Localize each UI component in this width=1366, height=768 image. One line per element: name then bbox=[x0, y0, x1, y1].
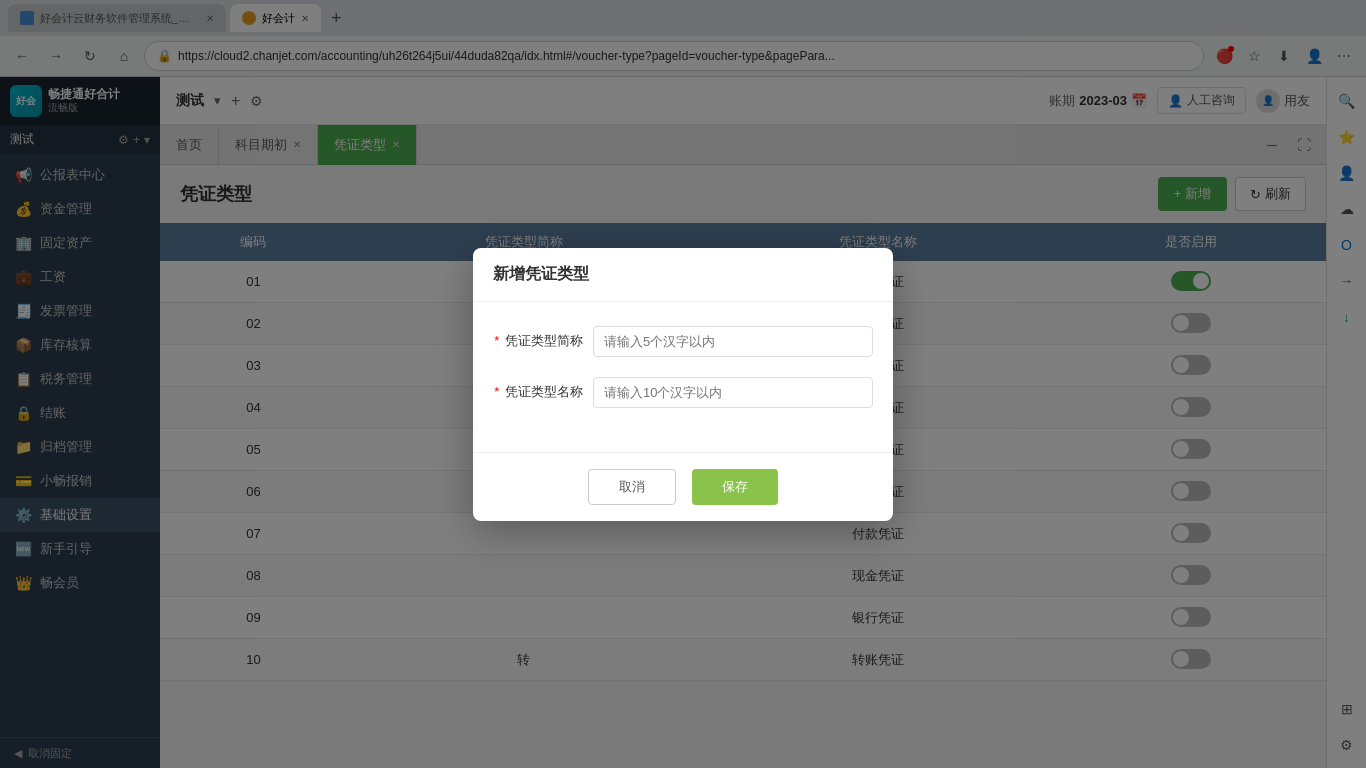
short-name-input[interactable] bbox=[593, 326, 873, 357]
full-name-label-text: 凭证类型名称 bbox=[505, 384, 583, 399]
dialog-footer: 取消 保存 bbox=[473, 452, 893, 521]
short-name-required: * bbox=[494, 333, 499, 348]
dialog-header: 新增凭证类型 bbox=[473, 248, 893, 302]
full-name-required: * bbox=[494, 384, 499, 399]
dialog-body: * 凭证类型简称 * 凭证类型名称 bbox=[473, 302, 893, 452]
dialog-overlay: 新增凭证类型 * 凭证类型简称 * 凭证类型名称 取消 保存 bbox=[0, 0, 1366, 768]
add-voucher-type-dialog: 新增凭证类型 * 凭证类型简称 * 凭证类型名称 取消 保存 bbox=[473, 248, 893, 521]
short-name-label-text: 凭证类型简称 bbox=[505, 333, 583, 348]
save-button[interactable]: 保存 bbox=[692, 469, 778, 505]
short-name-label: * 凭证类型简称 bbox=[493, 332, 593, 350]
full-name-row: * 凭证类型名称 bbox=[493, 377, 873, 408]
cancel-button[interactable]: 取消 bbox=[588, 469, 676, 505]
full-name-input[interactable] bbox=[593, 377, 873, 408]
dialog-title: 新增凭证类型 bbox=[493, 264, 589, 285]
short-name-row: * 凭证类型简称 bbox=[493, 326, 873, 357]
full-name-label: * 凭证类型名称 bbox=[493, 383, 593, 401]
